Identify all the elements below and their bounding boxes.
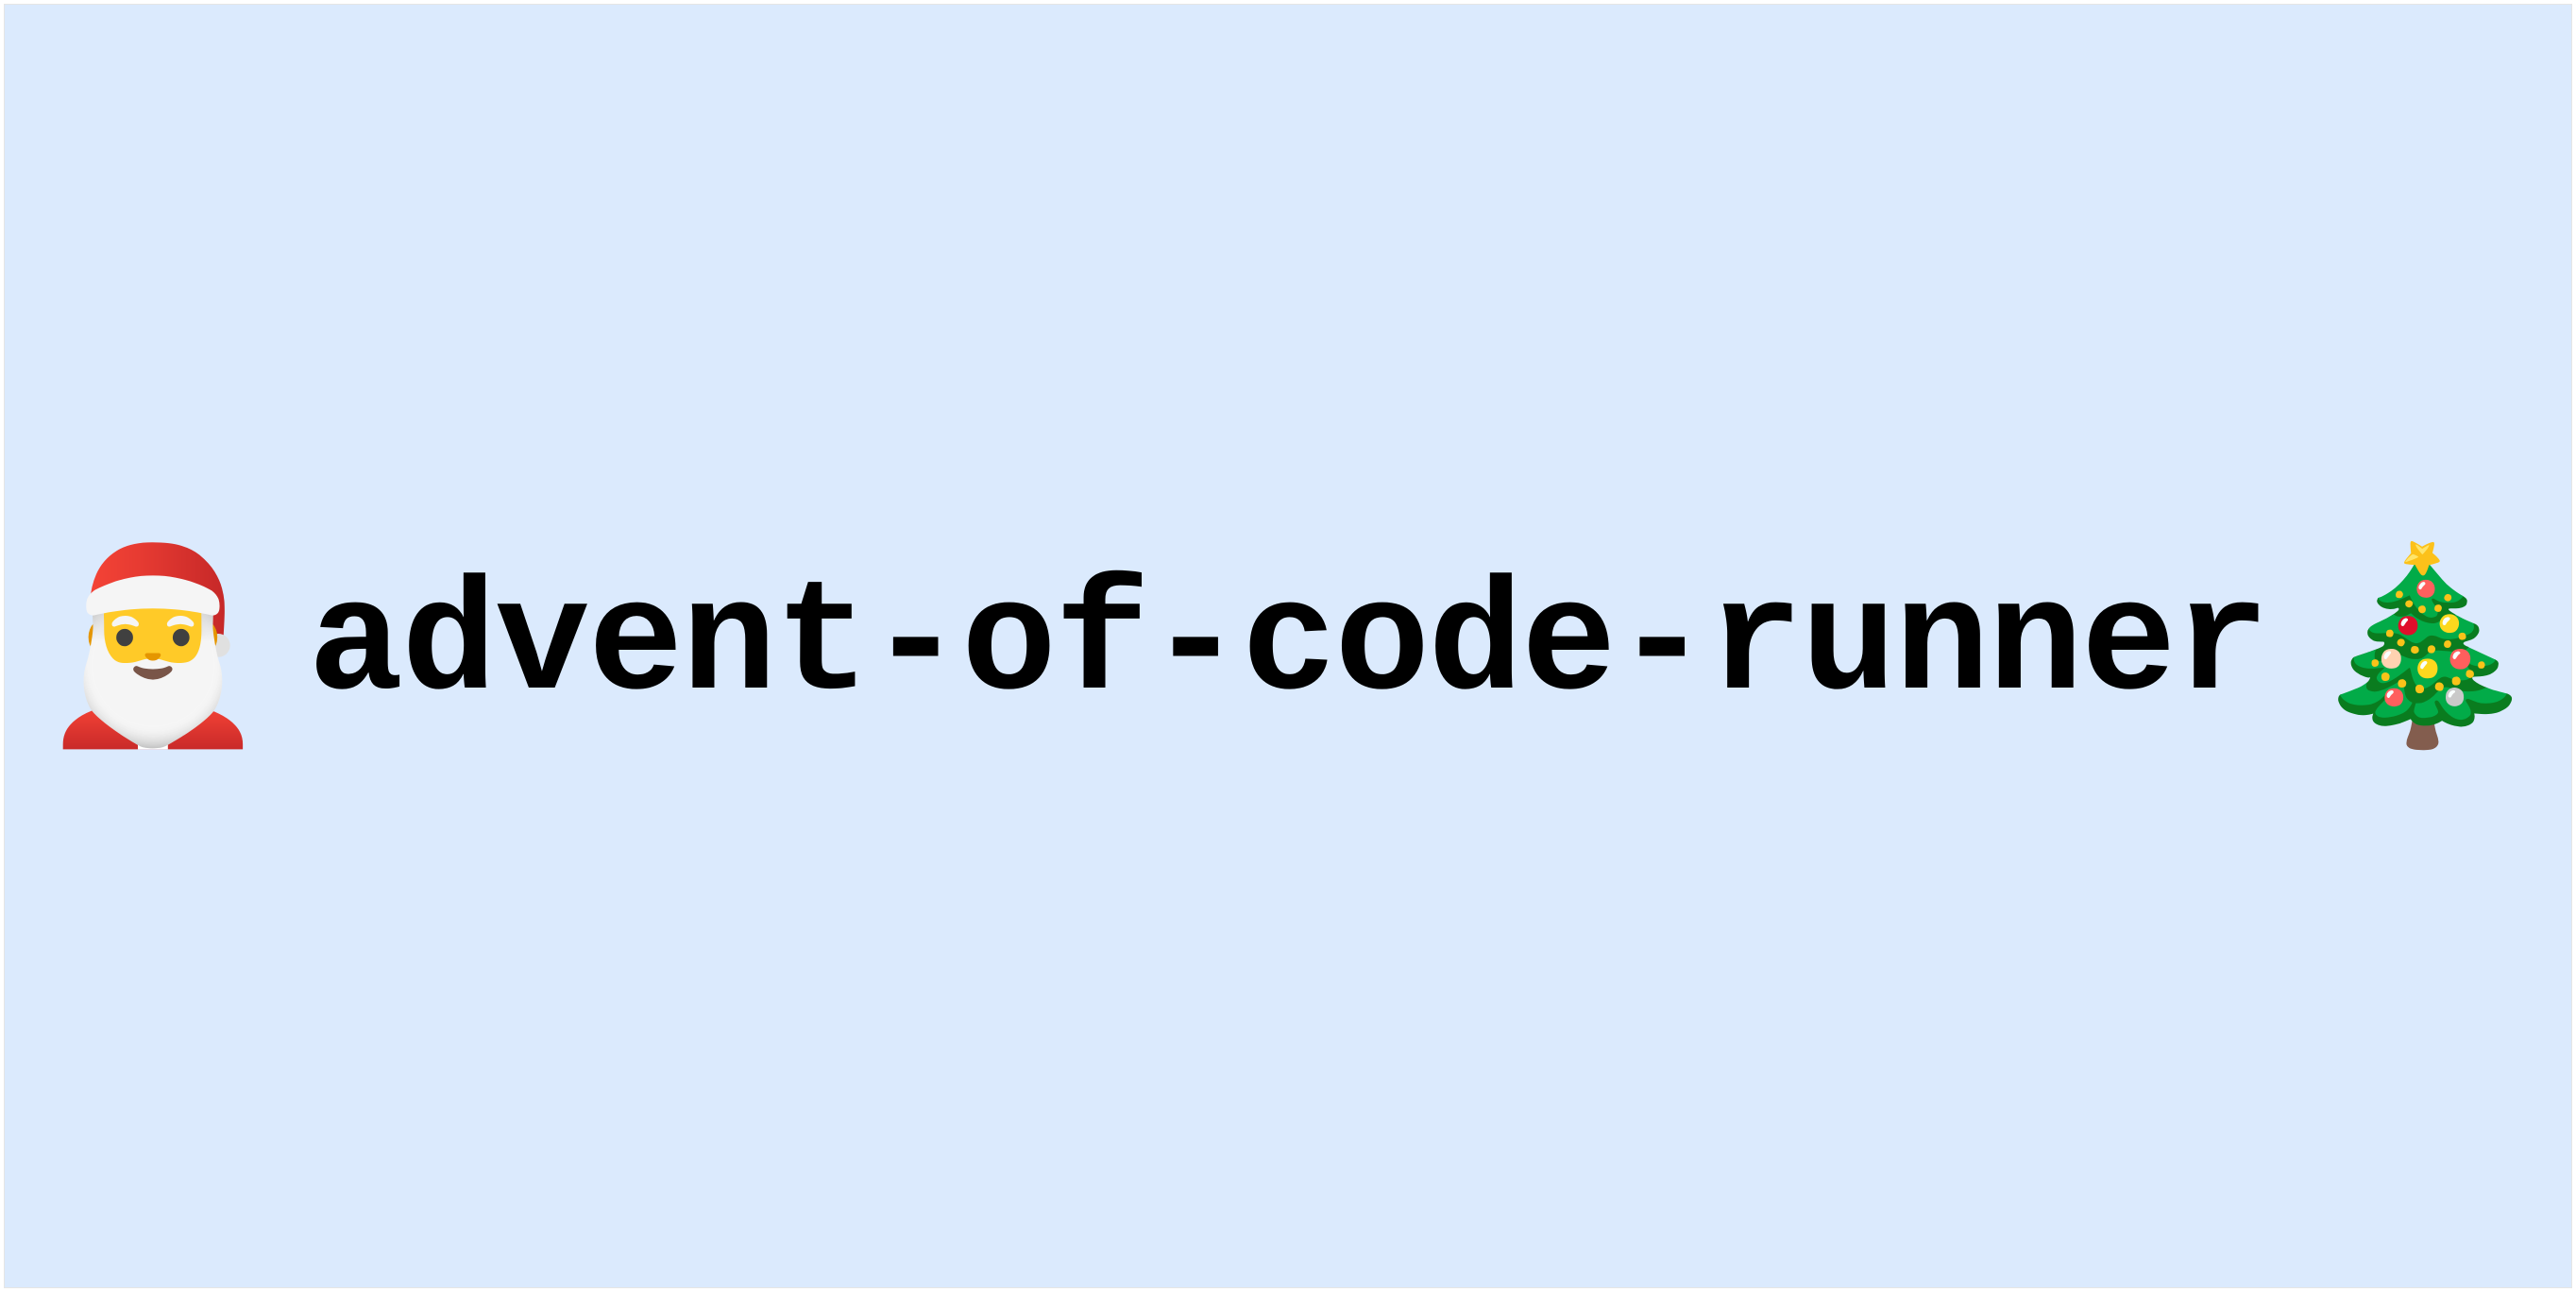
banner-content: 🎅 advent-of-code-runner 🎄: [35, 552, 2540, 740]
banner-container: 🎅 advent-of-code-runner 🎄: [4, 4, 2572, 1288]
santa-icon: 🎅: [35, 552, 270, 740]
banner-title: advent-of-code-runner: [308, 556, 2267, 736]
christmas-tree-icon: 🎄: [2306, 552, 2541, 740]
